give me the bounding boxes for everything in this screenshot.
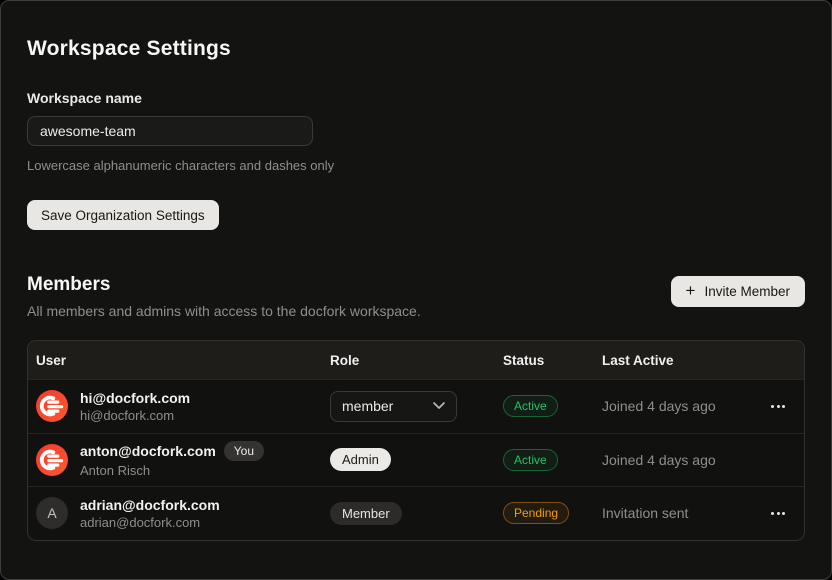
workspace-name-helper: Lowercase alphanumeric characters and da… xyxy=(27,158,335,173)
invite-member-button[interactable]: + Invite Member xyxy=(670,276,805,307)
workspace-name-input[interactable] xyxy=(27,116,313,146)
member-name: adrian@docfork.com xyxy=(80,496,220,513)
row-menu-button[interactable] xyxy=(764,392,792,420)
role-select[interactable]: member xyxy=(330,390,457,422)
column-header-last-active: Last Active xyxy=(602,352,674,368)
row-menu-button[interactable] xyxy=(764,499,792,527)
column-header-user: User xyxy=(36,352,67,368)
docfork-logo-avatar xyxy=(36,390,68,423)
table-row: anton@docfork.com You Anton Risch Admin … xyxy=(28,432,804,487)
members-heading-group: Members All members and admins with acce… xyxy=(27,274,421,319)
last-active-text: Invitation sent xyxy=(602,505,689,522)
member-subtitle: hi@docfork.com xyxy=(80,407,175,423)
you-badge: You xyxy=(223,441,265,462)
workspace-settings-window: Workspace Settings Workspace name Lowerc… xyxy=(0,0,832,580)
status-badge: Active xyxy=(503,395,558,418)
workspace-name-label: Workspace name xyxy=(27,90,142,106)
save-organization-settings-button[interactable]: Save Organization Settings xyxy=(27,200,219,230)
invite-member-label: Invite Member xyxy=(704,284,790,299)
column-header-role: Role xyxy=(330,352,360,368)
column-header-status: Status xyxy=(503,352,545,368)
chevron-down-icon xyxy=(432,399,446,413)
docfork-logo-avatar xyxy=(36,443,68,476)
member-subtitle: Anton Risch xyxy=(80,463,151,479)
letter-avatar: A xyxy=(36,497,68,530)
table-row: hi@docfork.com hi@docfork.com member Act… xyxy=(28,379,804,433)
status-badge: Active xyxy=(503,448,558,471)
ellipsis-icon xyxy=(771,511,774,515)
last-active-text: Joined 4 days ago xyxy=(602,398,716,415)
role-badge: Member xyxy=(330,501,402,525)
members-title: Members xyxy=(27,274,111,295)
table-row: A adrian@docfork.com adrian@docfork.com … xyxy=(28,486,804,540)
status-badge: Pending xyxy=(503,502,570,525)
member-name: anton@docfork.com xyxy=(80,443,216,460)
table-header-row: User Role Status Last Active xyxy=(28,341,804,379)
member-subtitle: adrian@docfork.com xyxy=(80,514,201,530)
members-table: User Role Status Last Active hi@docfork.… xyxy=(27,340,805,541)
members-subtitle: All members and admins with access to th… xyxy=(27,303,421,319)
ellipsis-icon xyxy=(771,404,774,408)
member-name: hi@docfork.com xyxy=(80,389,191,406)
last-active-text: Joined 4 days ago xyxy=(602,451,716,468)
role-select-value: member xyxy=(342,398,394,415)
role-badge: Admin xyxy=(330,448,391,472)
page-title: Workspace Settings xyxy=(27,37,231,60)
plus-icon: + xyxy=(685,281,696,300)
